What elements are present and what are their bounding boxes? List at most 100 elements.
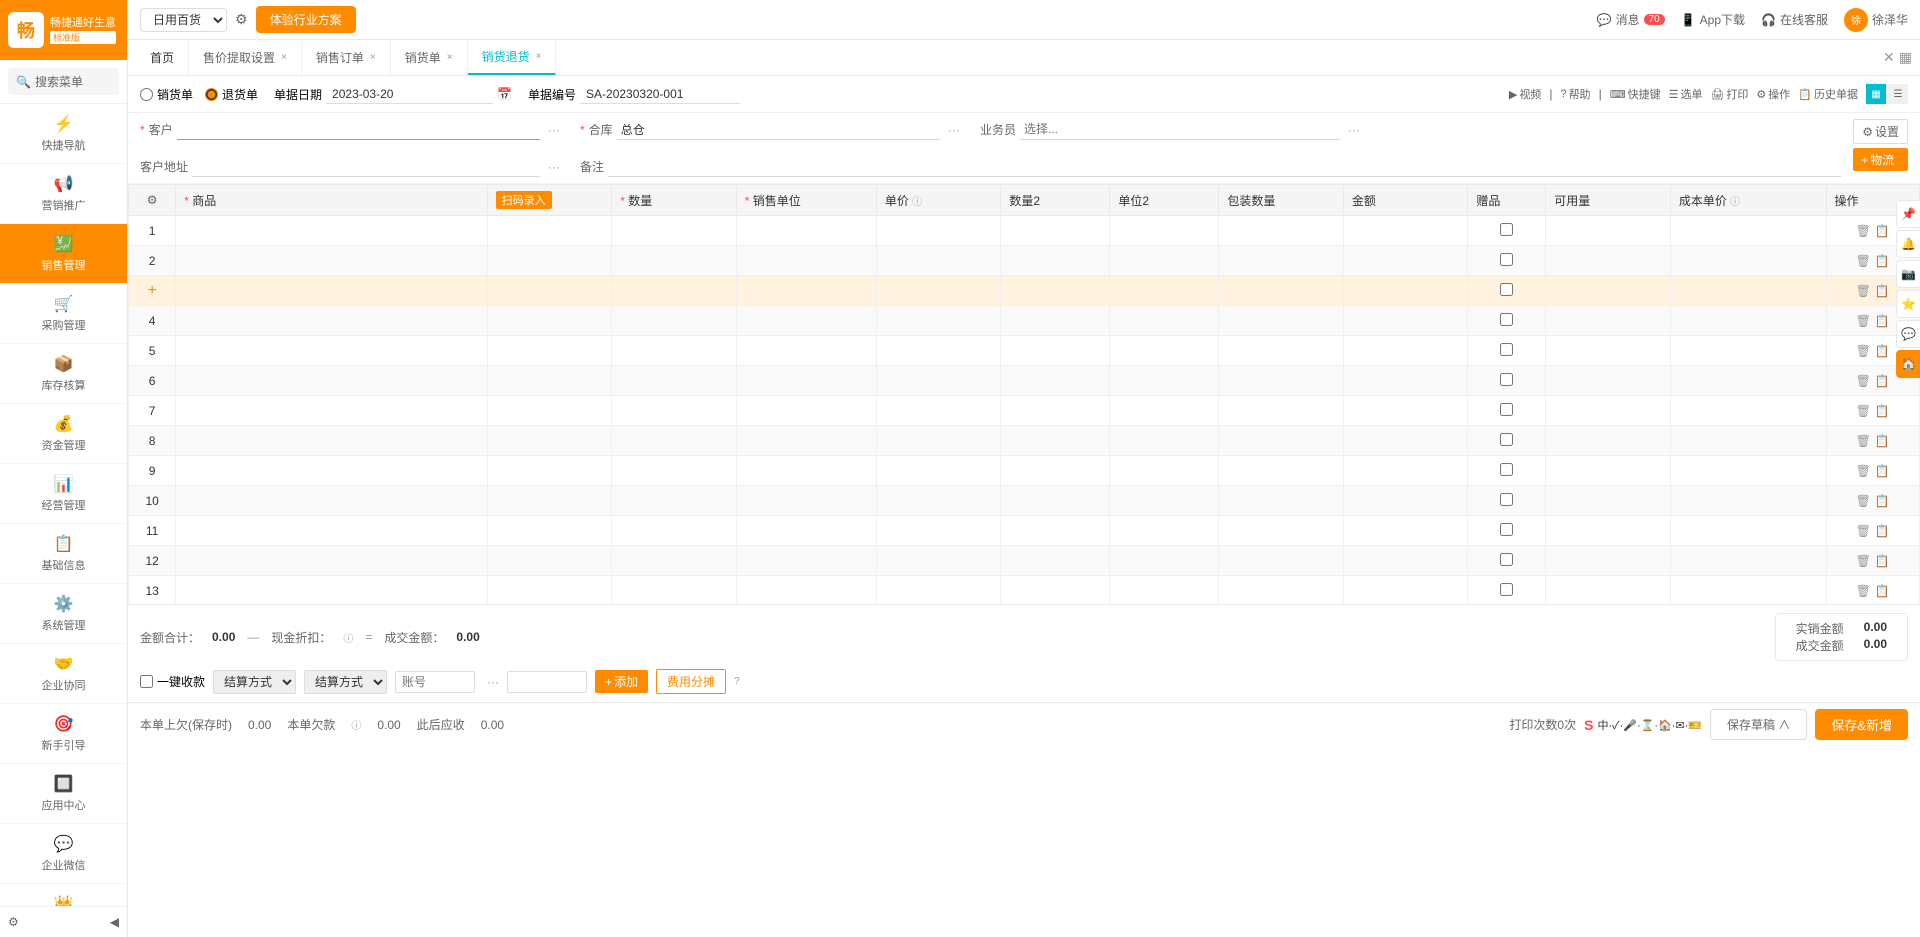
sidebar-item-enterprise-wechat[interactable]: 💬 企业微信 bbox=[0, 824, 127, 884]
right-panel-btn-5[interactable]: 💬 bbox=[1896, 320, 1920, 348]
quantity-cell-1[interactable] bbox=[612, 216, 737, 246]
quantity-cell-7[interactable] bbox=[612, 396, 737, 426]
sales-bill-radio[interactable]: 销货单 bbox=[140, 86, 193, 103]
copy-row-btn-10[interactable]: 📋 bbox=[1875, 494, 1890, 508]
product-cell-6[interactable] bbox=[176, 366, 487, 396]
search-menu-button[interactable]: 🔍 搜索菜单 bbox=[8, 68, 119, 95]
quantity-cell-10[interactable] bbox=[612, 486, 737, 516]
quantity-input-3[interactable] bbox=[620, 284, 728, 298]
product-input-8[interactable] bbox=[184, 434, 478, 448]
package-qty-cell-11[interactable] bbox=[1219, 516, 1344, 546]
app-download-btn[interactable]: 📱 App下载 bbox=[1681, 11, 1745, 28]
calculation-select[interactable]: 结算方式 bbox=[304, 670, 387, 694]
tab-close-all-btn[interactable]: ✕ bbox=[1883, 49, 1895, 66]
quantity-cell-3[interactable] bbox=[612, 276, 737, 306]
add-row-btn[interactable]: + bbox=[147, 282, 156, 299]
gift-cell-13[interactable] bbox=[1468, 576, 1546, 605]
industry-dropdown[interactable]: 日用百货 bbox=[140, 8, 227, 32]
unit-price-cell-5[interactable] bbox=[876, 336, 1001, 366]
copy-row-btn-1[interactable]: 📋 bbox=[1875, 224, 1890, 238]
history-action[interactable]: 📋 历史单据 bbox=[1798, 86, 1858, 102]
package-qty-cell-1[interactable] bbox=[1219, 216, 1344, 246]
copy-row-btn-4[interactable]: 📋 bbox=[1875, 314, 1890, 328]
quantity-cell-2[interactable] bbox=[612, 246, 737, 276]
delete-row-btn-6[interactable]: 🗑 bbox=[1856, 374, 1871, 388]
delete-row-btn-5[interactable]: 🗑 bbox=[1856, 344, 1871, 358]
print-action[interactable]: 🖨 打印 bbox=[1710, 86, 1748, 102]
available-cell-2[interactable] bbox=[1546, 246, 1671, 276]
delete-row-btn-3[interactable]: 🗑 bbox=[1856, 284, 1871, 298]
unit2-cell-5[interactable] bbox=[1110, 336, 1219, 366]
package-qty-cell-3[interactable] bbox=[1219, 276, 1344, 306]
unit2-cell-2[interactable] bbox=[1110, 246, 1219, 276]
gift-check-10[interactable] bbox=[1500, 493, 1513, 506]
sales-unit-cell-1[interactable] bbox=[736, 216, 876, 246]
payment-method-select[interactable]: 结算方式 bbox=[213, 670, 296, 694]
gift-cell-7[interactable] bbox=[1468, 396, 1546, 426]
delete-row-btn-7[interactable]: 🗑 bbox=[1856, 404, 1871, 418]
gift-check-7[interactable] bbox=[1500, 403, 1513, 416]
available-cell-3[interactable] bbox=[1546, 276, 1671, 306]
unit2-cell-10[interactable] bbox=[1110, 486, 1219, 516]
product-cell-3[interactable] bbox=[176, 276, 487, 306]
gift-check-9[interactable] bbox=[1500, 463, 1513, 476]
unit2-cell-13[interactable] bbox=[1110, 576, 1219, 605]
unit2-cell-1[interactable] bbox=[1110, 216, 1219, 246]
save-new-btn[interactable]: 保存&新增 bbox=[1815, 709, 1908, 740]
save-draft-btn[interactable]: 保存草稿 ∧ bbox=[1710, 709, 1807, 740]
gift-cell-2[interactable] bbox=[1468, 246, 1546, 276]
cost-price-cell-11[interactable] bbox=[1670, 516, 1826, 546]
package-qty-cell-8[interactable] bbox=[1219, 426, 1344, 456]
quantity-input-8[interactable] bbox=[620, 434, 728, 448]
date-input[interactable]: 2023-03-20 bbox=[326, 85, 493, 104]
delete-row-btn-13[interactable]: 🗑 bbox=[1856, 584, 1871, 598]
product-input-5[interactable] bbox=[184, 344, 478, 358]
cost-price-cell-12[interactable] bbox=[1670, 546, 1826, 576]
package-qty-cell-6[interactable] bbox=[1219, 366, 1344, 396]
header-gear-icon[interactable]: ⚙ bbox=[235, 11, 248, 28]
package-qty-cell-7[interactable] bbox=[1219, 396, 1344, 426]
sidebar-item-finance[interactable]: 💰 资金管理 bbox=[0, 404, 127, 464]
amount-cell-4[interactable] bbox=[1343, 306, 1468, 336]
gift-check-13[interactable] bbox=[1500, 583, 1513, 596]
tab-sales-delivery-close[interactable]: × bbox=[447, 52, 453, 63]
available-cell-11[interactable] bbox=[1546, 516, 1671, 546]
online-support-btn[interactable]: 🎧 在线客服 bbox=[1761, 11, 1828, 28]
delete-row-btn-9[interactable]: 🗑 bbox=[1856, 464, 1871, 478]
product-input-3[interactable] bbox=[184, 284, 478, 298]
one-click-payment-check[interactable] bbox=[140, 675, 153, 688]
product-cell-13[interactable] bbox=[176, 576, 487, 605]
cost-price-cell-1[interactable] bbox=[1670, 216, 1826, 246]
copy-row-btn-8[interactable]: 📋 bbox=[1875, 434, 1890, 448]
tab-sales-order-close[interactable]: × bbox=[370, 52, 376, 63]
available-cell-8[interactable] bbox=[1546, 426, 1671, 456]
product-input-11[interactable] bbox=[184, 524, 478, 538]
select-action[interactable]: ☰ 选单 bbox=[1669, 86, 1703, 102]
sidebar-item-sales-mgmt[interactable]: 💹 销售管理 bbox=[0, 224, 127, 284]
copy-row-btn-3[interactable]: 📋 bbox=[1875, 284, 1890, 298]
quantity-cell-9[interactable] bbox=[612, 456, 737, 486]
cost-price-cell-5[interactable] bbox=[1670, 336, 1826, 366]
unit2-cell-3[interactable] bbox=[1110, 276, 1219, 306]
amount-cell-9[interactable] bbox=[1343, 456, 1468, 486]
product-input-10[interactable] bbox=[184, 494, 478, 508]
address-input[interactable] bbox=[192, 156, 540, 177]
copy-row-btn-11[interactable]: 📋 bbox=[1875, 524, 1890, 538]
unit-price-cell-6[interactable] bbox=[876, 366, 1001, 396]
copy-row-btn-7[interactable]: 📋 bbox=[1875, 404, 1890, 418]
amount-cell-12[interactable] bbox=[1343, 546, 1468, 576]
delete-row-btn-2[interactable]: 🗑 bbox=[1856, 254, 1871, 268]
quantity-cell-11[interactable] bbox=[612, 516, 737, 546]
unit-price-cell-11[interactable] bbox=[876, 516, 1001, 546]
amount-cell-2[interactable] bbox=[1343, 246, 1468, 276]
unit-price-cell-7[interactable] bbox=[876, 396, 1001, 426]
product-input-2[interactable] bbox=[184, 254, 478, 268]
logistics-btn[interactable]: + 物流 bbox=[1853, 148, 1908, 171]
amount-input[interactable] bbox=[507, 671, 587, 693]
address-picker-btn[interactable]: ··· bbox=[548, 160, 560, 174]
salesperson-input[interactable] bbox=[1020, 119, 1340, 140]
sidebar-settings-btn[interactable]: ⚙ bbox=[8, 915, 19, 929]
gift-check-6[interactable] bbox=[1500, 373, 1513, 386]
cost-price-cell-7[interactable] bbox=[1670, 396, 1826, 426]
tab-sales-order[interactable]: 销售订单 × bbox=[302, 40, 391, 75]
